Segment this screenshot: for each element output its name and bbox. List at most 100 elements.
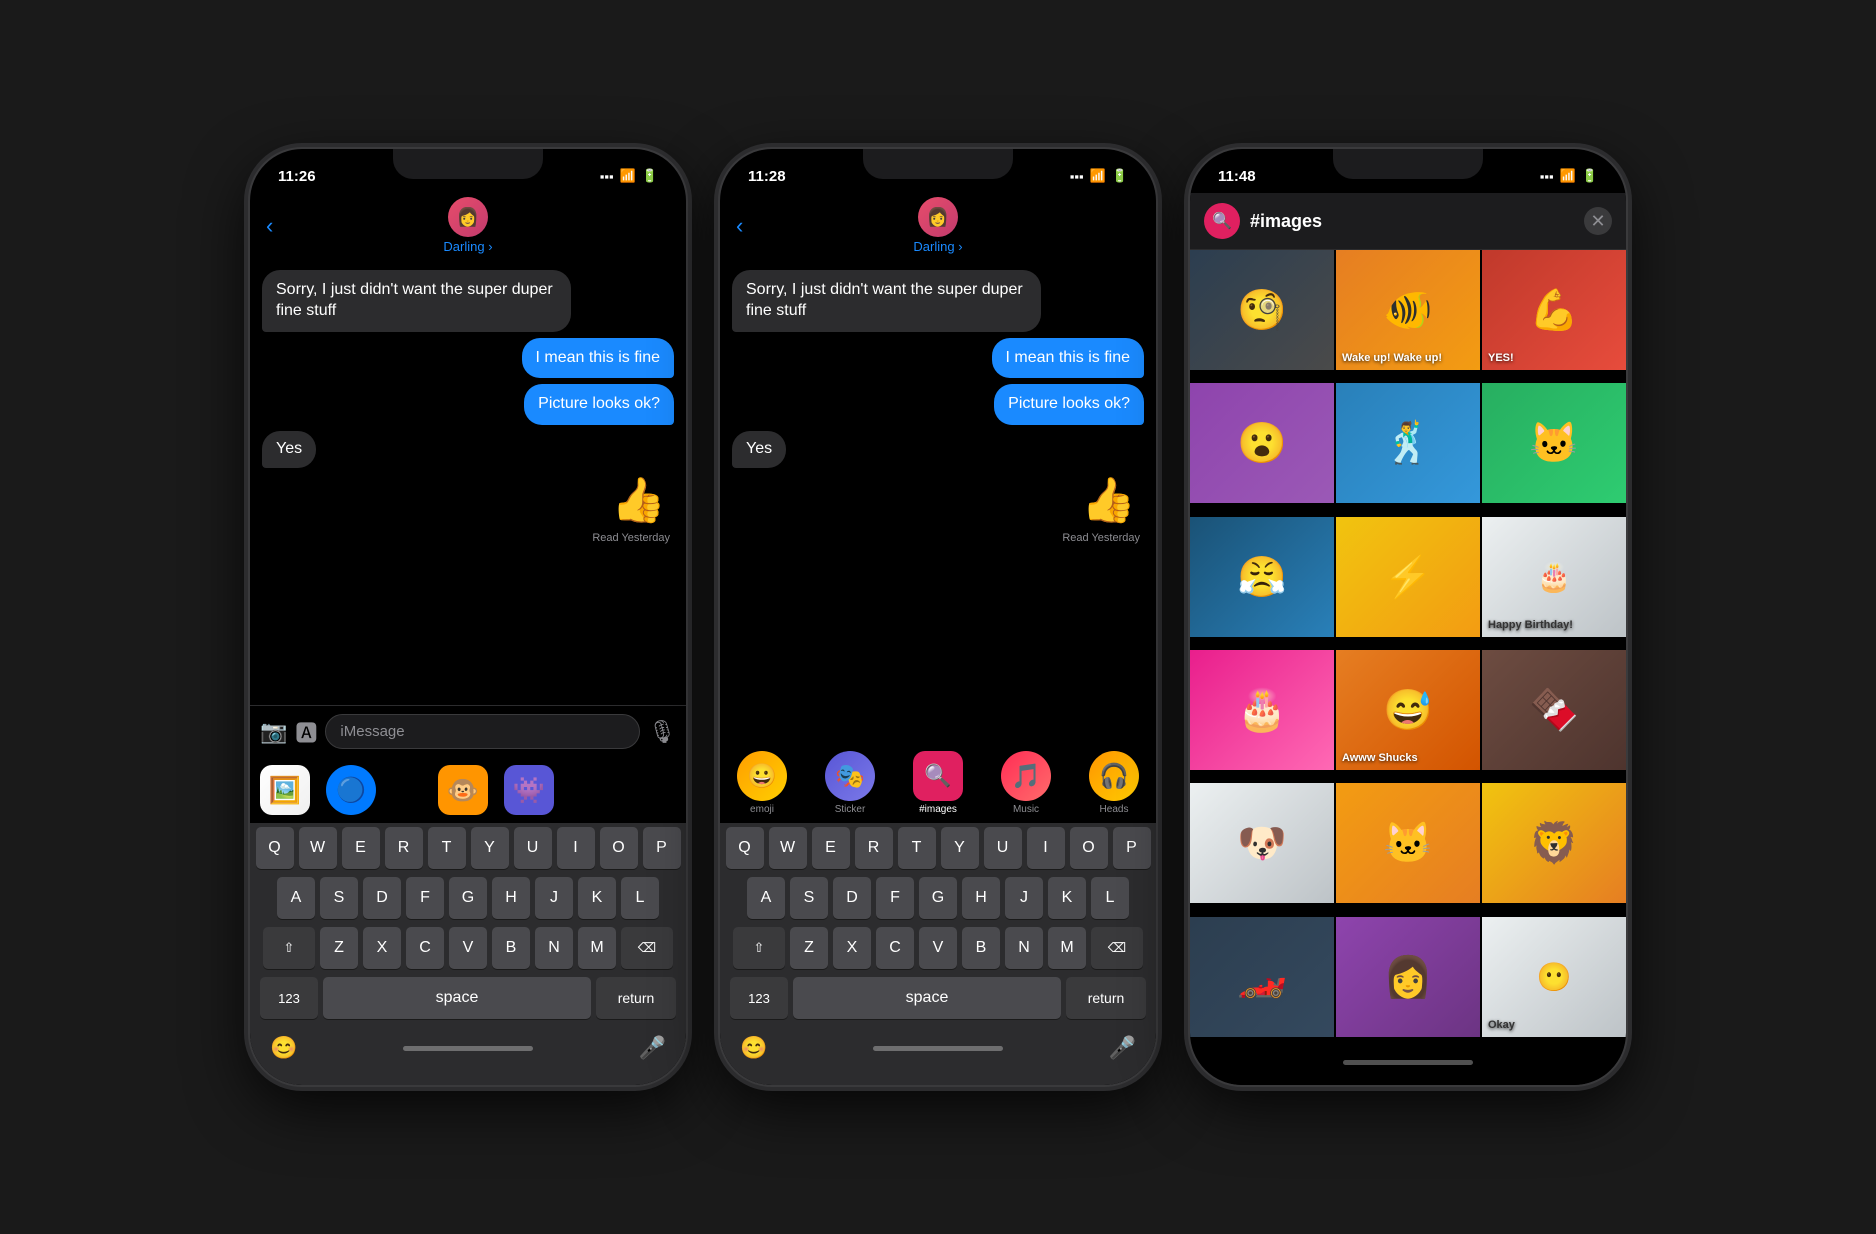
emoji-key[interactable]: 😊	[270, 1035, 297, 1061]
backspace-key[interactable]: ⌫	[621, 927, 673, 969]
key-o[interactable]: O	[1070, 827, 1108, 869]
close-button[interactable]: ✕	[1584, 207, 1612, 235]
key-x[interactable]: X	[833, 927, 871, 969]
alien-sticker-icon[interactable]: 👾	[504, 765, 554, 815]
key-m[interactable]: M	[578, 927, 616, 969]
shift-key[interactable]: ⇧	[733, 927, 785, 969]
key-t[interactable]: T	[898, 827, 936, 869]
space-key[interactable]: space	[323, 977, 591, 1019]
key-z[interactable]: Z	[320, 927, 358, 969]
key-a[interactable]: A	[277, 877, 315, 919]
contact-info-2[interactable]: 👩 Darling ›	[913, 197, 962, 254]
key-o[interactable]: O	[600, 827, 638, 869]
key-b[interactable]: B	[492, 927, 530, 969]
return-key[interactable]: return	[596, 977, 676, 1019]
key-f[interactable]: F	[876, 877, 914, 919]
key-y[interactable]: Y	[941, 827, 979, 869]
key-d[interactable]: D	[363, 877, 401, 919]
animoji-icon[interactable]: 🔵	[326, 765, 376, 815]
monkey-sticker-icon[interactable]: 🐵	[438, 765, 488, 815]
gif-item[interactable]: 🐶	[1190, 783, 1334, 903]
key-g[interactable]: G	[919, 877, 957, 919]
key-d[interactable]: D	[833, 877, 871, 919]
key-r[interactable]: R	[855, 827, 893, 869]
key-c[interactable]: C	[406, 927, 444, 969]
numbers-key[interactable]: 123	[730, 977, 788, 1019]
images-app-icon[interactable]: 🔍 #images	[913, 751, 963, 815]
emoji-app-icon[interactable]: 😀 emoji	[737, 751, 787, 815]
key-l[interactable]: L	[621, 877, 659, 919]
gif-item[interactable]: 🐠 Wake up! Wake up!	[1336, 250, 1480, 370]
key-u[interactable]: U	[984, 827, 1022, 869]
gif-item[interactable]: 😤	[1190, 517, 1334, 637]
key-i[interactable]: I	[557, 827, 595, 869]
mic-key[interactable]: 🎤	[639, 1035, 666, 1061]
key-q[interactable]: Q	[256, 827, 294, 869]
key-e[interactable]: E	[342, 827, 380, 869]
key-s[interactable]: S	[790, 877, 828, 919]
numbers-key[interactable]: 123	[260, 977, 318, 1019]
key-g[interactable]: G	[449, 877, 487, 919]
gif-item[interactable]: 🕺	[1336, 383, 1480, 503]
emoji-key[interactable]: 😊	[740, 1035, 767, 1061]
gif-item[interactable]: 😅 Awww Shucks	[1336, 650, 1480, 770]
space-key[interactable]: space	[793, 977, 1061, 1019]
key-f[interactable]: F	[406, 877, 444, 919]
key-w[interactable]: W	[769, 827, 807, 869]
back-button-2[interactable]: ‹	[736, 213, 743, 239]
key-t[interactable]: T	[428, 827, 466, 869]
key-h[interactable]: H	[492, 877, 530, 919]
backspace-key[interactable]: ⌫	[1091, 927, 1143, 969]
key-k[interactable]: K	[578, 877, 616, 919]
return-key[interactable]: return	[1066, 977, 1146, 1019]
key-i[interactable]: I	[1027, 827, 1065, 869]
key-b[interactable]: B	[962, 927, 1000, 969]
mic-key[interactable]: 🎤	[1109, 1035, 1136, 1061]
gif-item[interactable]: 👩	[1336, 917, 1480, 1037]
gif-item[interactable]: 🧐	[1190, 250, 1334, 370]
key-n[interactable]: N	[535, 927, 573, 969]
key-y[interactable]: Y	[471, 827, 509, 869]
key-e[interactable]: E	[812, 827, 850, 869]
gif-item[interactable]: 💪 YES!	[1482, 250, 1626, 370]
key-h[interactable]: H	[962, 877, 1000, 919]
stickers-app-icon[interactable]: 🎭 Sticker	[825, 751, 875, 815]
key-s[interactable]: S	[320, 877, 358, 919]
contact-info-1[interactable]: 👩 Darling ›	[443, 197, 492, 254]
key-a[interactable]: A	[747, 877, 785, 919]
camera-icon[interactable]: 📷	[260, 719, 287, 745]
key-w[interactable]: W	[299, 827, 337, 869]
gif-item[interactable]: 😮	[1190, 383, 1334, 503]
key-p[interactable]: P	[1113, 827, 1151, 869]
key-x[interactable]: X	[363, 927, 401, 969]
message-input-1[interactable]: iMessage	[325, 714, 640, 749]
shift-key[interactable]: ⇧	[263, 927, 315, 969]
back-button-1[interactable]: ‹	[266, 213, 273, 239]
key-j[interactable]: J	[535, 877, 573, 919]
gif-item[interactable]: 🏎️	[1190, 917, 1334, 1037]
key-j[interactable]: J	[1005, 877, 1043, 919]
gif-item[interactable]: 🎂 Happy Birthday!	[1482, 517, 1626, 637]
key-u[interactable]: U	[514, 827, 552, 869]
headphones-app-icon[interactable]: 🎧 Heads	[1089, 751, 1139, 815]
photos-app-icon[interactable]: 🖼️	[260, 765, 310, 815]
gif-item[interactable]: 🐱	[1336, 783, 1480, 903]
gif-item[interactable]: 🐱	[1482, 383, 1626, 503]
key-z[interactable]: Z	[790, 927, 828, 969]
gif-item[interactable]: ⚡	[1336, 517, 1480, 637]
key-r[interactable]: R	[385, 827, 423, 869]
gif-item[interactable]: 🍫	[1482, 650, 1626, 770]
key-l[interactable]: L	[1091, 877, 1129, 919]
gif-item[interactable]: 🦁	[1482, 783, 1626, 903]
gif-item[interactable]: 🎂	[1190, 650, 1334, 770]
gif-item[interactable]: 😶 Okay	[1482, 917, 1626, 1037]
key-v[interactable]: V	[449, 927, 487, 969]
key-c[interactable]: C	[876, 927, 914, 969]
key-v[interactable]: V	[919, 927, 957, 969]
music-app-icon[interactable]: 🎵 Music	[1001, 751, 1051, 815]
key-m[interactable]: M	[1048, 927, 1086, 969]
key-n[interactable]: N	[1005, 927, 1043, 969]
audio-icon[interactable]: 🎙	[648, 719, 676, 745]
key-k[interactable]: K	[1048, 877, 1086, 919]
appstore-icon[interactable]: 🅰	[295, 716, 317, 748]
